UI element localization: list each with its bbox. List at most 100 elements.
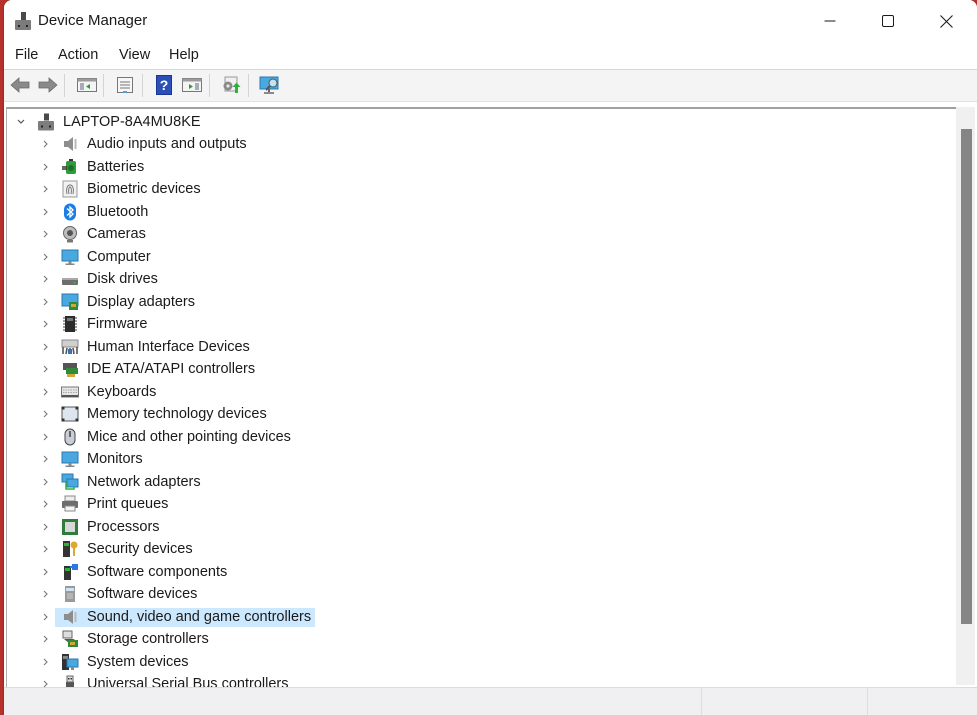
tree-node-biometric-devices[interactable]: Biometric devices [7, 178, 957, 200]
tree-node-monitors[interactable]: Monitors [7, 448, 957, 470]
tree-node-label: Audio inputs and outputs [87, 136, 247, 152]
chevron-right-icon[interactable] [40, 273, 50, 285]
vertical-scrollbar[interactable] [956, 107, 975, 685]
tree-node-label: Universal Serial Bus controllers [87, 676, 289, 687]
tree-node-security-devices[interactable]: Security devices [7, 538, 957, 560]
tree-node-mice-and-other-pointing-devices[interactable]: Mice and other pointing devices [7, 426, 957, 448]
webcam-icon [63, 226, 77, 243]
status-bar [4, 687, 977, 715]
scan-hardware-button[interactable] [258, 74, 282, 96]
tree-node-label: IDE ATA/ATAPI controllers [87, 361, 256, 377]
help-button[interactable]: ? [152, 74, 176, 96]
tree-node-universal-serial-bus-controllers[interactable]: Universal Serial Bus controllers [7, 673, 957, 687]
network-icon [61, 473, 79, 490]
tree-node-ide-ata-atapi-controllers[interactable]: IDE ATA/ATAPI controllers [7, 358, 957, 380]
device-tree[interactable]: LAPTOP-8A4MU8KE Audio inputs and outputs… [6, 107, 957, 687]
tree-node-label: Display adapters [87, 293, 195, 310]
minimize-icon [824, 20, 836, 22]
tree-node-human-interface-devices[interactable]: Human Interface Devices [7, 336, 957, 358]
chevron-right-icon[interactable] [40, 678, 50, 687]
show-hide-action-pane-icon [182, 78, 202, 92]
chevron-right-icon[interactable] [40, 453, 50, 465]
chevron-right-icon[interactable] [40, 498, 50, 510]
tree-node-label: Monitors [87, 451, 143, 467]
tree-node-label: Software devices [87, 586, 198, 602]
tree-node-audio-inputs-and-outputs[interactable]: Audio inputs and outputs [7, 133, 957, 155]
forward-button[interactable] [36, 74, 60, 96]
chevron-right-icon[interactable] [40, 611, 50, 623]
chevron-right-icon[interactable] [40, 363, 50, 375]
menu-help[interactable]: Help [169, 47, 199, 63]
tree-node-display-adapters[interactable]: Display adapters [7, 291, 957, 313]
tree-node-disk-drives[interactable]: Disk drives [7, 268, 957, 290]
chevron-right-icon[interactable] [40, 431, 50, 443]
toolbar-separator [103, 74, 104, 97]
back-button[interactable] [8, 74, 32, 96]
root-label: LAPTOP-8A4MU8KE [63, 114, 201, 130]
chevron-right-icon[interactable] [40, 566, 50, 578]
show-hide-console-tree-button[interactable] [75, 74, 99, 96]
tree-node-computer[interactable]: Computer [7, 246, 957, 268]
chevron-right-icon[interactable] [40, 521, 50, 533]
help-icon: ? [156, 75, 172, 95]
toolbar-separator [64, 74, 65, 97]
tree-node-storage-controllers[interactable]: Storage controllers [7, 628, 957, 650]
chevron-right-icon[interactable] [40, 251, 50, 263]
tree-node-software-devices[interactable]: Software devices [7, 583, 957, 605]
tree-node-sound-video-and-game-controllers[interactable]: Sound, video and game controllers [7, 606, 957, 628]
hid-icon [61, 339, 79, 354]
software-device-icon [65, 586, 75, 602]
tree-node-label: Batteries [87, 158, 145, 175]
tree-node-keyboards[interactable]: Keyboards [7, 381, 957, 403]
tree-node-label: Sound, video and game controllers [55, 607, 316, 627]
tree-node-memory-technology-devices[interactable]: Memory technology devices [7, 403, 957, 425]
maximize-button[interactable] [859, 0, 917, 42]
chevron-right-icon[interactable] [40, 161, 50, 173]
scan-hardware-icon [259, 76, 279, 94]
toolbar: ? [4, 69, 977, 102]
menu-view[interactable]: View [119, 47, 150, 63]
chevron-right-icon[interactable] [40, 183, 50, 195]
chevron-right-icon[interactable] [40, 296, 50, 308]
menu-file[interactable]: File [15, 47, 38, 63]
title-bar[interactable]: Device Manager [4, 0, 977, 42]
chevron-right-icon[interactable] [40, 206, 50, 218]
show-hide-action-pane-button[interactable] [180, 74, 204, 96]
display-adapter-icon [61, 293, 79, 310]
monitor-icon [61, 451, 79, 467]
tree-node-software-components[interactable]: Software components [7, 561, 957, 583]
properties-button[interactable] [113, 74, 137, 96]
ide-controller-icon [63, 363, 78, 377]
chevron-right-icon[interactable] [40, 341, 50, 353]
minimize-button[interactable] [801, 0, 859, 42]
tree-node-bluetooth[interactable]: Bluetooth [7, 201, 957, 223]
close-button[interactable] [917, 0, 975, 42]
chevron-down-icon[interactable] [16, 116, 26, 128]
chevron-right-icon[interactable] [40, 588, 50, 600]
chevron-right-icon[interactable] [40, 633, 50, 645]
tree-node-network-adapters[interactable]: Network adapters [7, 471, 957, 493]
chevron-right-icon[interactable] [40, 386, 50, 398]
svg-text:?: ? [160, 77, 169, 93]
chevron-right-icon[interactable] [40, 543, 50, 555]
chevron-right-icon[interactable] [40, 476, 50, 488]
tree-node-batteries[interactable]: Batteries [7, 156, 957, 178]
tree-node-cameras[interactable]: Cameras [7, 223, 957, 245]
tree-node-processors[interactable]: Processors [7, 516, 957, 538]
tree-root-node[interactable]: LAPTOP-8A4MU8KE [7, 111, 957, 133]
tree-node-print-queues[interactable]: Print queues [7, 493, 957, 515]
chevron-right-icon[interactable] [40, 656, 50, 668]
tree-node-system-devices[interactable]: System devices [7, 651, 957, 673]
tree-node-label: Keyboards [87, 383, 157, 400]
chevron-right-icon[interactable] [40, 138, 50, 150]
menu-action[interactable]: Action [58, 47, 98, 63]
scrollbar-thumb[interactable] [961, 129, 972, 624]
chevron-right-icon[interactable] [40, 408, 50, 420]
tree-node-firmware[interactable]: Firmware [7, 313, 957, 335]
chevron-right-icon[interactable] [40, 228, 50, 240]
chevron-right-icon[interactable] [40, 318, 50, 330]
back-arrow-icon [10, 77, 30, 93]
toolbar-separator [209, 74, 210, 97]
forward-arrow-icon [38, 77, 58, 93]
update-driver-button[interactable] [219, 74, 243, 96]
